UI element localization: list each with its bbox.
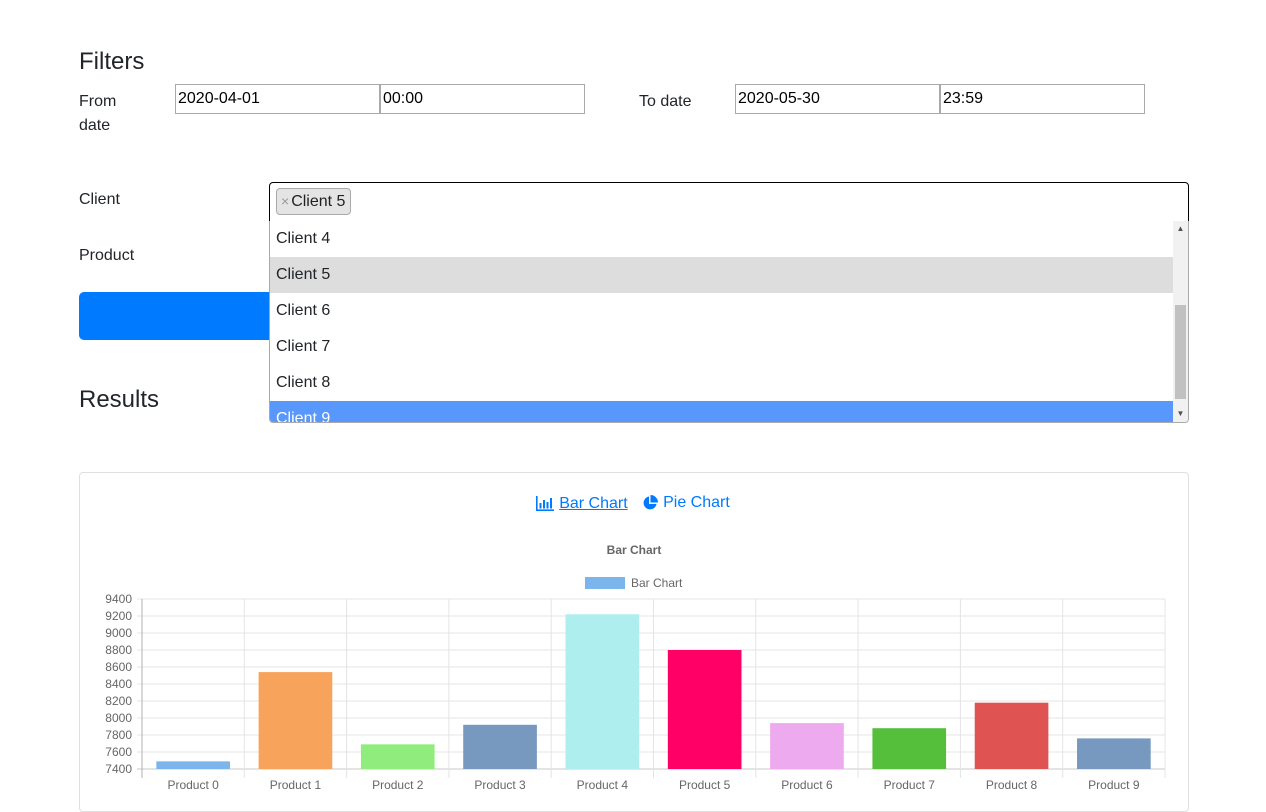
client-option-highlighted[interactable]: Client 9 [270,401,1174,422]
bar-product-7[interactable] [872,728,947,769]
bar-product-9[interactable] [1077,738,1151,769]
chip-label: Client 5 [291,193,346,210]
client-option[interactable]: Client 8 [270,365,1174,401]
client-option[interactable]: Client 7 [270,329,1174,365]
x-tick-label: Product 9 [1088,778,1140,792]
bar-product-6[interactable] [770,723,844,769]
pie-chart-icon [643,495,659,510]
client-option[interactable]: Client 4 [270,221,1174,257]
bar-chart-icon [536,496,555,511]
y-tick-label: 9000 [105,626,132,640]
legend-swatch [585,577,625,589]
bar-product-3[interactable] [463,724,537,769]
tab-pie-chart[interactable]: Pie Chart [642,494,730,512]
to-date-input[interactable]: 2020-05-30 [735,84,940,114]
scroll-down-icon[interactable]: ▼ [1176,409,1185,418]
x-tick-label: Product 2 [372,778,424,792]
x-tick-label: Product 1 [270,778,322,792]
bar-product-5[interactable] [667,650,742,769]
x-tick-label: Product 5 [679,778,731,792]
tab-bar-chart[interactable]: Bar Chart [536,494,628,513]
bar-product-0[interactable] [156,761,230,769]
filters-heading: Filters [79,48,145,75]
x-tick-label: Product 0 [167,778,219,792]
from-date-input[interactable]: 2020-04-01 [175,84,380,114]
tab-pie-chart-label: Pie Chart [663,494,730,511]
to-time-input[interactable]: 23:59 [940,84,1145,114]
client-select[interactable]: × Client 5 [269,182,1189,222]
remove-chip-icon[interactable]: × [281,189,289,214]
client-label: Client [79,191,120,208]
scrollbar-thumb[interactable] [1175,305,1186,399]
x-tick-label: Product 8 [986,778,1038,792]
to-date-label: To date [639,93,692,110]
y-tick-label: 8400 [105,677,132,691]
y-tick-label: 9200 [105,609,132,623]
client-option[interactable]: Client 6 [270,293,1174,329]
from-time-input[interactable]: 00:00 [380,84,585,114]
tab-bar-chart-label: Bar Chart [559,494,628,512]
product-label: Product [79,247,135,264]
x-tick-label: Product 6 [781,778,833,792]
x-tick-label: Product 3 [474,778,526,792]
x-tick-label: Product 7 [884,778,936,792]
client-dropdown: Client 4 Client 5 Client 6 Client 7 Clie… [269,221,1189,423]
bar-product-4[interactable] [565,614,640,769]
chart-title: Bar Chart [607,543,662,557]
client-option-selected[interactable]: Client 5 [270,257,1174,293]
results-heading: Results [79,386,160,413]
y-tick-label: 8000 [105,711,132,725]
chart-tabs: Bar Chart Pie Chart [0,494,1266,516]
selected-chip-client-5: × Client 5 [276,188,352,215]
bar-chart: Bar Chart Bar Chart 7400 7600 7800 8000 8200… [105,543,1166,792]
y-tick-label: 8600 [105,660,132,674]
x-tick-label: Product 4 [577,778,629,792]
y-tick-label: 7600 [105,745,132,759]
y-tick-label: 8800 [105,643,132,657]
bar-product-8[interactable] [974,702,1049,769]
legend-label[interactable]: Bar Chart [631,576,683,590]
scroll-up-icon[interactable]: ▲ [1176,224,1185,233]
bar-product-2[interactable] [360,744,435,769]
y-tick-label: 9400 [105,592,132,606]
y-tick-label: 7400 [105,762,132,776]
dropdown-scrollbar[interactable]: ▲ ▼ [1173,221,1188,422]
y-tick-label: 8200 [105,694,132,708]
from-date-label: From date [79,93,117,134]
bar-product-1[interactable] [258,672,333,769]
y-tick-label: 7800 [105,728,132,742]
